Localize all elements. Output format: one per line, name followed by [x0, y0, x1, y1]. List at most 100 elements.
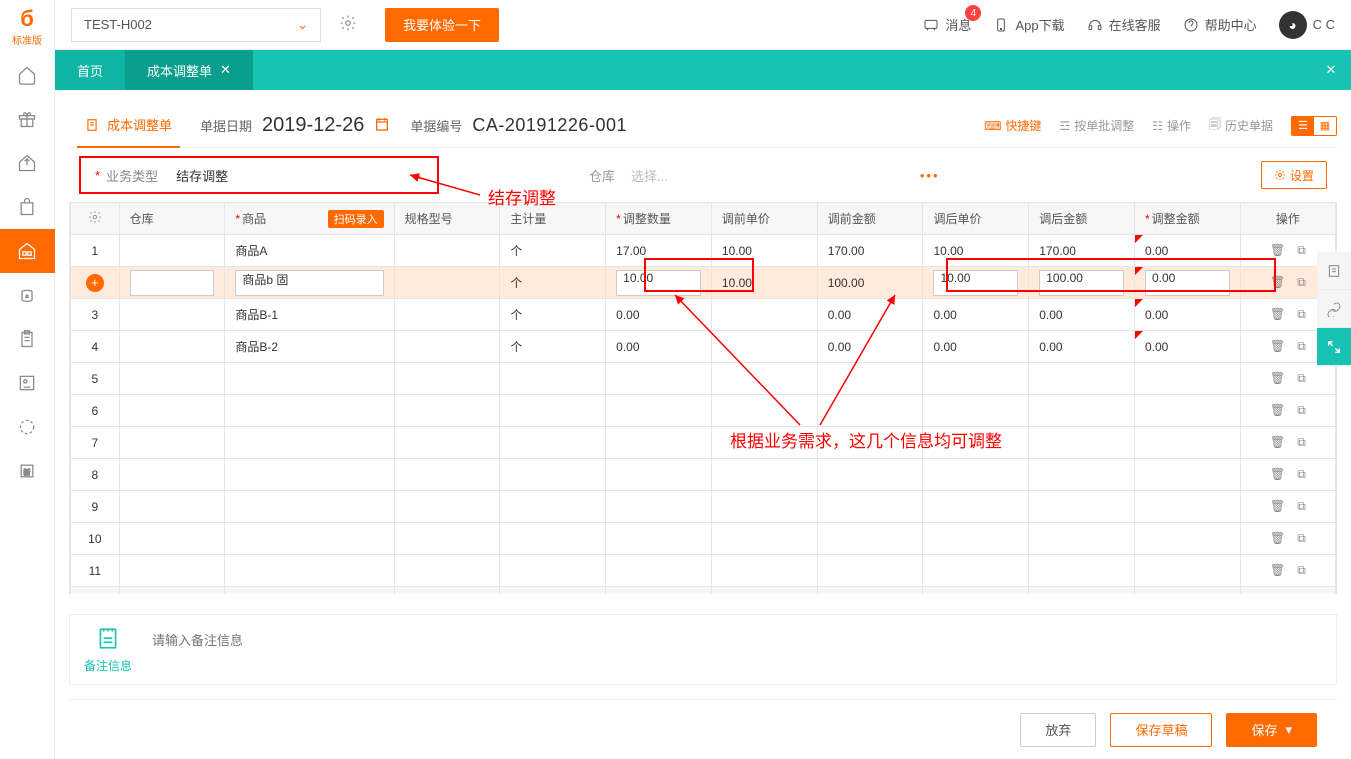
logo-subtitle: 标准版 — [7, 32, 47, 47]
adj-amount-cell-input[interactable]: 0.00 — [1145, 270, 1230, 296]
settings-button[interactable]: 设置 — [1261, 161, 1327, 189]
right-floating-bar — [1317, 252, 1351, 366]
copy-row-icon[interactable]: ⧉ — [1297, 531, 1306, 546]
discard-button[interactable]: 放弃 — [1020, 713, 1096, 747]
remark-section: 备注信息 — [69, 614, 1337, 685]
gear-icon[interactable] — [339, 14, 357, 35]
product-cell-input[interactable]: 商品b 固 — [235, 270, 383, 296]
more-icon[interactable]: ••• — [920, 168, 940, 183]
rb-expand-icon[interactable] — [1317, 328, 1351, 366]
table-row[interactable]: 4商品B-2个0.000.000.000.000.00🗑⧉ — [71, 331, 1336, 363]
nav-upload-icon[interactable] — [0, 141, 55, 185]
tab-home[interactable]: 首页 — [55, 50, 125, 90]
table-row[interactable]: +商品b 固个10.0010.00100.0010.00100.000.00🗑⧉ — [71, 267, 1336, 299]
nav-home-icon[interactable] — [0, 53, 55, 97]
help-center-link[interactable]: 帮助中心 — [1183, 15, 1257, 34]
close-all-tabs[interactable]: ✕ — [1311, 50, 1351, 90]
calendar-icon[interactable] — [374, 116, 390, 135]
shortcut-link[interactable]: ⌨ 快捷键 — [984, 117, 1041, 134]
messages-link[interactable]: 消息 4 — [923, 15, 971, 34]
nav-sync-icon[interactable] — [0, 405, 55, 449]
copy-row-icon[interactable]: ⧉ — [1297, 371, 1306, 386]
user-menu[interactable]: ◕ C C — [1279, 11, 1335, 39]
tenant-select[interactable]: TEST-H002 ⌄ — [71, 8, 321, 42]
col-op: 操作 — [1240, 203, 1335, 235]
delete-row-icon[interactable]: 🗑 — [1270, 275, 1285, 290]
delete-row-icon[interactable]: 🗑 — [1270, 563, 1285, 578]
delete-row-icon[interactable]: 🗑 — [1270, 339, 1285, 354]
copy-row-icon[interactable]: ⧉ — [1297, 307, 1306, 322]
col-unit: 主计量 — [500, 203, 606, 235]
copy-row-icon[interactable]: ⧉ — [1297, 339, 1306, 354]
by-doc-adjust-link[interactable]: ☲ 按单批调整 — [1059, 117, 1134, 134]
table-row[interactable]: 6🗑⧉ — [71, 395, 1336, 427]
nav-bag-icon[interactable] — [0, 185, 55, 229]
copy-row-icon[interactable]: ⧉ — [1297, 563, 1306, 578]
col-gear[interactable] — [71, 203, 120, 235]
nav-warehouse-icon[interactable] — [0, 229, 55, 273]
nav-clipboard-icon[interactable] — [0, 317, 55, 361]
tab-bar: 首页 成本调整单 ✕ ✕ — [55, 50, 1351, 90]
post-price-cell-input[interactable]: 10.00 — [933, 270, 1018, 296]
rb-notes-icon[interactable] — [1317, 252, 1351, 290]
nav-report-icon[interactable] — [0, 361, 55, 405]
view-grid-icon[interactable]: ▦ — [1314, 117, 1336, 135]
operation-link[interactable]: ☷ 操作 — [1152, 117, 1191, 134]
delete-row-icon[interactable]: 🗑 — [1270, 403, 1285, 418]
data-grid: 仓库 商品扫码录入 规格型号 主计量 调整数量 调前单价 调前金额 调后单价 调… — [69, 202, 1337, 594]
copy-row-icon[interactable]: ⧉ — [1297, 243, 1306, 258]
view-toggle[interactable]: ☰ ▦ — [1291, 116, 1337, 136]
copy-row-icon[interactable]: ⧉ — [1297, 467, 1306, 482]
app-download-link[interactable]: App下载 — [993, 15, 1064, 34]
table-row[interactable]: 10🗑⧉ — [71, 523, 1336, 555]
copy-row-icon[interactable]: ⧉ — [1297, 499, 1306, 514]
delete-row-icon[interactable]: 🗑 — [1270, 243, 1285, 258]
table-row[interactable]: 5🗑⧉ — [71, 363, 1336, 395]
view-list-icon[interactable]: ☰ — [1292, 117, 1314, 135]
copy-row-icon[interactable]: ⧉ — [1297, 435, 1306, 450]
table-row[interactable]: 9🗑⧉ — [71, 491, 1336, 523]
business-type-value: 结存调整 — [176, 166, 228, 185]
col-spec: 规格型号 — [394, 203, 500, 235]
doc-header: 成本调整单 单据日期 2019-12-26 单据编号 CA-20191226-0… — [69, 104, 1337, 148]
delete-row-icon[interactable]: 🗑 — [1270, 435, 1285, 450]
post-amount-cell-input[interactable]: 100.00 — [1039, 270, 1124, 296]
scan-badge[interactable]: 扫码录入 — [328, 210, 384, 228]
nav-money-icon[interactable] — [0, 273, 55, 317]
doc-number: 单据编号 CA-20191226-001 — [410, 115, 627, 136]
qty-cell-input[interactable]: 10.00 — [616, 270, 701, 296]
warehouse-cell-input[interactable] — [130, 270, 215, 296]
table-row[interactable]: 11🗑⧉ — [71, 555, 1336, 587]
trial-button[interactable]: 我要体验一下 — [385, 8, 499, 42]
table-row[interactable]: 8🗑⧉ — [71, 459, 1336, 491]
online-service-label: 在线客服 — [1109, 15, 1161, 34]
table-row[interactable]: 7🗑⧉ — [71, 427, 1336, 459]
doc-tab[interactable]: 成本调整单 — [77, 104, 180, 148]
warehouse-select[interactable]: 仓库 选择... ••• — [589, 166, 940, 185]
rb-link-icon[interactable] — [1317, 290, 1351, 328]
remark-input[interactable] — [152, 625, 1322, 656]
history-link[interactable]: 🗐 历史单据 — [1209, 115, 1273, 136]
delete-row-icon[interactable]: 🗑 — [1270, 371, 1285, 386]
copy-row-icon[interactable]: ⧉ — [1297, 275, 1306, 290]
save-draft-button[interactable]: 保存草稿 — [1110, 713, 1212, 747]
delete-row-icon[interactable]: 🗑 — [1270, 531, 1285, 546]
close-icon[interactable]: ✕ — [220, 62, 231, 78]
no-label: 单据编号 — [410, 116, 462, 135]
online-service-link[interactable]: 在线客服 — [1087, 15, 1161, 34]
delete-row-icon[interactable]: 🗑 — [1270, 467, 1285, 482]
save-button[interactable]: 保存 ▾ — [1226, 713, 1317, 747]
nav-new-icon[interactable]: 新 — [0, 449, 55, 493]
nav-gift-icon[interactable] — [0, 97, 55, 141]
delete-row-icon[interactable]: 🗑 — [1270, 307, 1285, 322]
copy-row-icon[interactable]: ⧉ — [1297, 403, 1306, 418]
add-row-icon[interactable]: + — [86, 274, 104, 292]
subtotal-post-amount: 270.00 — [1029, 587, 1135, 595]
footer: 放弃 保存草稿 保存 ▾ — [69, 699, 1337, 759]
business-type-select[interactable]: * 业务类型 结存调整 ⌄ — [79, 156, 439, 194]
table-row[interactable]: 3商品B-1个0.000.000.000.000.00🗑⧉ — [71, 299, 1336, 331]
date-value[interactable]: 2019-12-26 — [262, 114, 364, 137]
delete-row-icon[interactable]: 🗑 — [1270, 499, 1285, 514]
tab-cost-adjust[interactable]: 成本调整单 ✕ — [125, 50, 253, 90]
table-row[interactable]: 1商品A个17.0010.00170.0010.00170.000.00🗑⧉ — [71, 235, 1336, 267]
